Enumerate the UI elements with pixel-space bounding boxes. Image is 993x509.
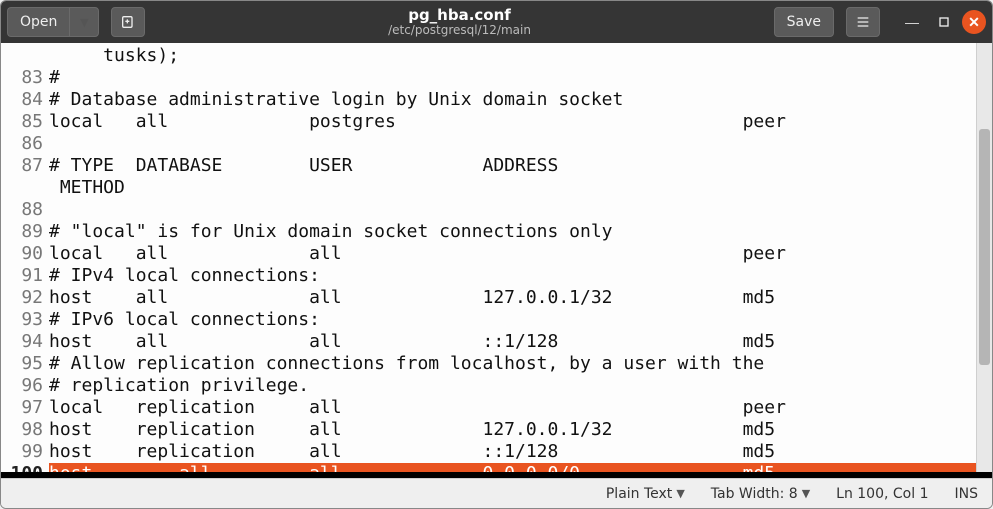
tab-width-selector[interactable]: Tab Width: 8 ▼ (711, 486, 810, 502)
code-line[interactable]: # (49, 67, 976, 89)
status-bar: Plain Text ▼ Tab Width: 8 ▼ Ln 100, Col … (1, 478, 992, 508)
syntax-mode-selector[interactable]: Plain Text ▼ (606, 486, 685, 502)
code-line[interactable]: host replication all 127.0.0.1/32 md5 (49, 419, 976, 441)
cursor-position[interactable]: Ln 100, Col 1 (836, 486, 928, 502)
minimize-icon: — (905, 14, 919, 30)
document-title: pg_hba.conf (149, 7, 769, 24)
code-line[interactable]: local all postgres peer (49, 111, 976, 133)
open-button-group: Open ▼ (7, 7, 99, 37)
hamburger-menu-button[interactable] (846, 7, 880, 37)
insert-mode-label: INS (955, 486, 979, 502)
code-line[interactable]: # TYPE DATABASE USER ADDRESS (49, 155, 976, 177)
minimize-button[interactable]: — (898, 8, 926, 36)
close-button[interactable]: ✕ (962, 10, 986, 34)
code-line[interactable]: METHOD (49, 177, 976, 199)
title-area: pg_hba.conf /etc/postgresql/12/main (149, 7, 769, 37)
code-line[interactable]: host all all 127.0.0.1/32 md5 (49, 287, 976, 309)
code-line[interactable]: # IPv4 local connections: (49, 265, 976, 287)
open-button[interactable]: Open (7, 7, 69, 37)
editor-area: 8384858687888990919293949596979899100 tu… (1, 43, 992, 472)
code-line[interactable]: host all all 0.0.0.0/0 md5 (49, 463, 976, 472)
close-icon: ✕ (968, 14, 980, 31)
syntax-mode-label: Plain Text (606, 486, 672, 502)
editor-window: Open ▼ pg_hba.conf /etc/postgresql/12/ma… (0, 0, 993, 509)
code-line[interactable]: local all all peer (49, 243, 976, 265)
document-path: /etc/postgresql/12/main (149, 24, 769, 37)
code-line[interactable]: local replication all peer (49, 397, 976, 419)
save-button[interactable]: Save (774, 7, 834, 37)
hamburger-icon (855, 14, 871, 30)
code-line[interactable]: # replication privilege. (49, 375, 976, 397)
code-line[interactable]: # "local" is for Unix domain socket conn… (49, 221, 976, 243)
scrollbar-thumb[interactable] (979, 129, 990, 365)
chevron-down-icon: ▼ (676, 487, 684, 500)
text-view[interactable]: tusks);## Database administrative login … (49, 43, 976, 472)
code-line[interactable]: tusks); (49, 45, 976, 67)
code-line[interactable] (49, 199, 976, 221)
cursor-position-label: Ln 100, Col 1 (836, 486, 928, 502)
code-line[interactable]: # Database administrative login by Unix … (49, 89, 976, 111)
code-line[interactable]: host all all ::1/128 md5 (49, 331, 976, 353)
chevron-down-icon: ▼ (802, 487, 810, 500)
maximize-button[interactable] (930, 8, 958, 36)
code-line[interactable]: host replication all ::1/128 md5 (49, 441, 976, 463)
vertical-scrollbar[interactable] (976, 43, 992, 472)
header-bar: Open ▼ pg_hba.conf /etc/postgresql/12/ma… (1, 1, 992, 43)
new-tab-button[interactable] (111, 7, 145, 37)
maximize-icon (936, 14, 952, 30)
insert-mode-toggle[interactable]: INS (955, 486, 979, 502)
code-line[interactable]: # Allow replication connections from loc… (49, 353, 976, 375)
tab-width-label: Tab Width: 8 (711, 486, 798, 502)
chevron-down-icon: ▼ (80, 16, 88, 29)
open-recent-dropdown[interactable]: ▼ (69, 7, 99, 37)
code-line[interactable] (49, 133, 976, 155)
new-tab-icon (120, 14, 136, 30)
code-line[interactable]: # IPv6 local connections: (49, 309, 976, 331)
line-number-gutter: 8384858687888990919293949596979899100 (1, 43, 49, 472)
